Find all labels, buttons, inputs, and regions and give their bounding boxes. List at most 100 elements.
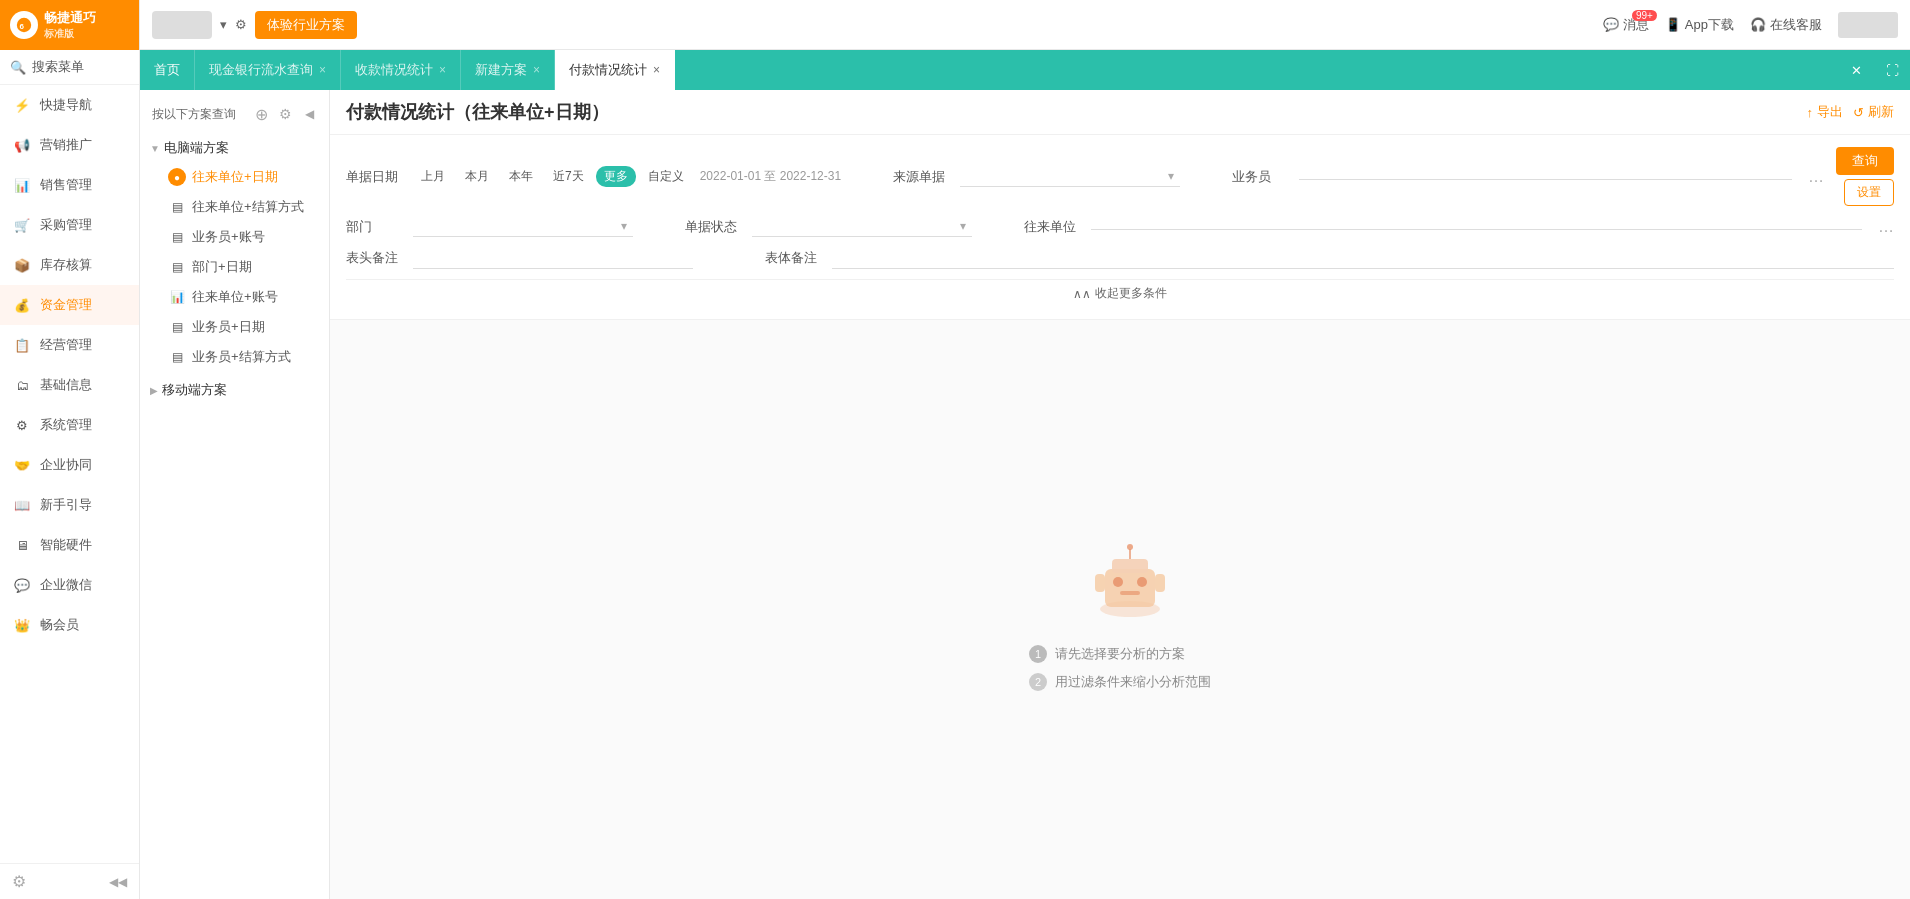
partner-ellipsis[interactable]: … <box>1878 218 1894 236</box>
collapse-label: 收起更多条件 <box>1095 285 1167 302</box>
tab-income-stats-close[interactable]: × <box>439 63 446 77</box>
tab-fullscreen-btn[interactable]: ⛶ <box>1874 50 1910 90</box>
scheme-settings-btn[interactable]: ⚙ <box>275 104 295 124</box>
date-option-this-year[interactable]: 本年 <box>501 166 541 187</box>
settings-btn[interactable]: 设置 <box>1844 179 1894 206</box>
search-menu-item[interactable]: 🔍 搜索菜单 <box>0 50 139 85</box>
staff-select[interactable] <box>1299 173 1792 180</box>
scheme-item-label: 往来单位+日期 <box>192 168 278 186</box>
body-note-input[interactable] <box>832 247 1894 269</box>
user-avatar[interactable] <box>1838 12 1898 38</box>
pc-scheme-group-header[interactable]: ▼ 电脑端方案 <box>140 134 329 162</box>
date-option-custom[interactable]: 自定义 <box>640 166 692 187</box>
add-scheme-btn[interactable]: ⊕ <box>251 104 271 124</box>
sidebar-item-marketing[interactable]: 📢 营销推广 <box>0 125 139 165</box>
date-option-last-month[interactable]: 上月 <box>413 166 453 187</box>
sidebar-item-wechat[interactable]: 💬 企业微信 <box>0 565 139 605</box>
robot-svg <box>1070 529 1190 629</box>
dept-select[interactable]: ▾ <box>413 216 633 237</box>
tab-bank-flow[interactable]: 现金银行流水查询 × <box>195 50 341 90</box>
content-area: 按以下方案查询 ⊕ ⚙ ◀ ▼ 电脑端方案 <box>140 90 1910 899</box>
trial-btn[interactable]: 体验行业方案 <box>255 11 357 39</box>
scheme-item-staff-settle[interactable]: ▤ 业务员+结算方式 <box>140 342 329 372</box>
sidebar-item-guide[interactable]: 📖 新手引导 <box>0 485 139 525</box>
sidebar-item-quick-nav[interactable]: ⚡ 快捷导航 <box>0 85 139 125</box>
tab-new-scheme-close[interactable]: × <box>533 63 540 77</box>
group-arrow-icon: ▼ <box>150 143 160 154</box>
online-service-btn[interactable]: 🎧 在线客服 <box>1750 16 1822 34</box>
svg-point-11 <box>1127 544 1133 550</box>
scheme-item-unit-settle[interactable]: ▤ 往来单位+结算方式 <box>140 192 329 222</box>
sidebar-item-operation[interactable]: 📋 经营管理 <box>0 325 139 365</box>
search-icon: 🔍 <box>10 60 26 75</box>
export-btn[interactable]: ↑ 导出 <box>1807 103 1844 121</box>
svg-rect-8 <box>1095 574 1105 592</box>
query-btn[interactable]: 查询 <box>1836 147 1894 175</box>
online-service-label: 在线客服 <box>1770 16 1822 34</box>
sidebar-item-base-info[interactable]: 🗂 基础信息 <box>0 365 139 405</box>
tab-home[interactable]: 首页 <box>140 50 195 90</box>
refresh-btn[interactable]: ↺ 刷新 <box>1853 103 1894 121</box>
doc-status-select[interactable]: ▾ <box>752 216 972 237</box>
sidebar-item-enterprise[interactable]: 🤝 企业协同 <box>0 445 139 485</box>
date-range: 2022-01-01 至 2022-12-31 <box>700 168 841 185</box>
right-panel: 付款情况统计（往来单位+日期） ↑ 导出 ↺ 刷新 单据日期 <box>330 90 1910 899</box>
tab-new-scheme[interactable]: 新建方案 × <box>461 50 555 90</box>
empty-hint-2: 2 用过滤条件来缩小分析范围 <box>1029 673 1211 691</box>
mobile-scheme-group: ▶ 移动端方案 <box>140 376 329 404</box>
sidebar-settings-icon[interactable]: ⚙ <box>12 872 26 891</box>
svg-point-6 <box>1137 577 1147 587</box>
add-icon: ⊕ <box>255 105 268 124</box>
tab-close-all-btn[interactable]: ✕ <box>1838 50 1874 90</box>
topbar-dropdown-icon[interactable]: ▾ <box>220 17 227 32</box>
date-option-this-month[interactable]: 本月 <box>457 166 497 187</box>
tab-income-stats[interactable]: 收款情况统计 × <box>341 50 461 90</box>
tab-bank-flow-close[interactable]: × <box>319 63 326 77</box>
search-menu-label: 搜索菜单 <box>32 58 84 76</box>
app-download-btn[interactable]: 📱 App下载 <box>1665 16 1734 34</box>
scheme-item-unit-date[interactable]: ● 往来单位+日期 <box>140 162 329 192</box>
hint-text-1: 请先选择要分析的方案 <box>1055 645 1185 663</box>
scheme-table-icon: ▤ <box>168 348 186 366</box>
sidebar-item-sales[interactable]: 📊 销售管理 <box>0 165 139 205</box>
sidebar-item-purchase[interactable]: 🛒 采购管理 <box>0 205 139 245</box>
message-btn[interactable]: 💬 消息 99+ <box>1603 16 1649 34</box>
sidebar-item-smart-hw[interactable]: 🖥 智能硬件 <box>0 525 139 565</box>
sidebar-item-system[interactable]: ⚙ 系统管理 <box>0 405 139 445</box>
purchase-icon: 🛒 <box>12 215 32 235</box>
empty-state: 1 请先选择要分析的方案 2 用过滤条件来缩小分析范围 <box>330 320 1910 899</box>
topbar-settings-icon[interactable]: ⚙ <box>235 17 247 32</box>
hint-num-1: 1 <box>1029 645 1047 663</box>
scheme-item-staff-account[interactable]: ▤ 业务员+账号 <box>140 222 329 252</box>
group-arrow-icon: ▶ <box>150 385 158 396</box>
date-option-more[interactable]: 更多 <box>596 166 636 187</box>
scheme-item-staff-date[interactable]: ▤ 业务员+日期 <box>140 312 329 342</box>
scheme-item-unit-account[interactable]: 📊 往来单位+账号 <box>140 282 329 312</box>
pc-scheme-group: ▼ 电脑端方案 ● 往来单位+日期 ▤ 往来单位+结算方式 ▤ 业务员+账号 ▤ <box>140 134 329 372</box>
panel-collapse-btn[interactable]: ◀ <box>299 104 319 124</box>
collapse-filter-btn[interactable]: ∧∧ 收起更多条件 <box>346 279 1894 307</box>
tab-payment-stats-close[interactable]: × <box>653 63 660 77</box>
date-option-7days[interactable]: 近7天 <box>545 166 592 187</box>
sidebar-item-inventory[interactable]: 📦 库存核算 <box>0 245 139 285</box>
mobile-scheme-group-header[interactable]: ▶ 移动端方案 <box>140 376 329 404</box>
staff-ellipsis[interactable]: … <box>1808 168 1824 186</box>
doc-status-label: 单据状态 <box>685 218 740 236</box>
svg-point-5 <box>1113 577 1123 587</box>
tab-payment-stats[interactable]: 付款情况统计 × <box>555 50 675 90</box>
filter-row-3: 表头备注 表体备注 <box>346 247 1894 269</box>
header-note-label: 表头备注 <box>346 249 401 267</box>
scheme-table-icon: ▤ <box>168 198 186 216</box>
sidebar-item-label: 营销推广 <box>40 136 92 154</box>
header-note-input[interactable] <box>413 247 693 269</box>
partner-select[interactable] <box>1091 223 1862 230</box>
sales-icon: 📊 <box>12 175 32 195</box>
scheme-item-dept-date[interactable]: ▤ 部门+日期 <box>140 252 329 282</box>
sidebar-collapse-icon[interactable]: ◀◀ <box>109 875 127 889</box>
source-select[interactable]: ▾ <box>960 166 1180 187</box>
sidebar-item-member[interactable]: 👑 畅会员 <box>0 605 139 645</box>
filter-area: 单据日期 上月 本月 本年 近7天 更多 自定义 2022-01-01 至 20… <box>330 135 1910 320</box>
quick-nav-icon: ⚡ <box>12 95 32 115</box>
sidebar-item-finance[interactable]: 💰 资金管理 <box>0 285 139 325</box>
app-logo-icon: 6 <box>10 11 38 39</box>
